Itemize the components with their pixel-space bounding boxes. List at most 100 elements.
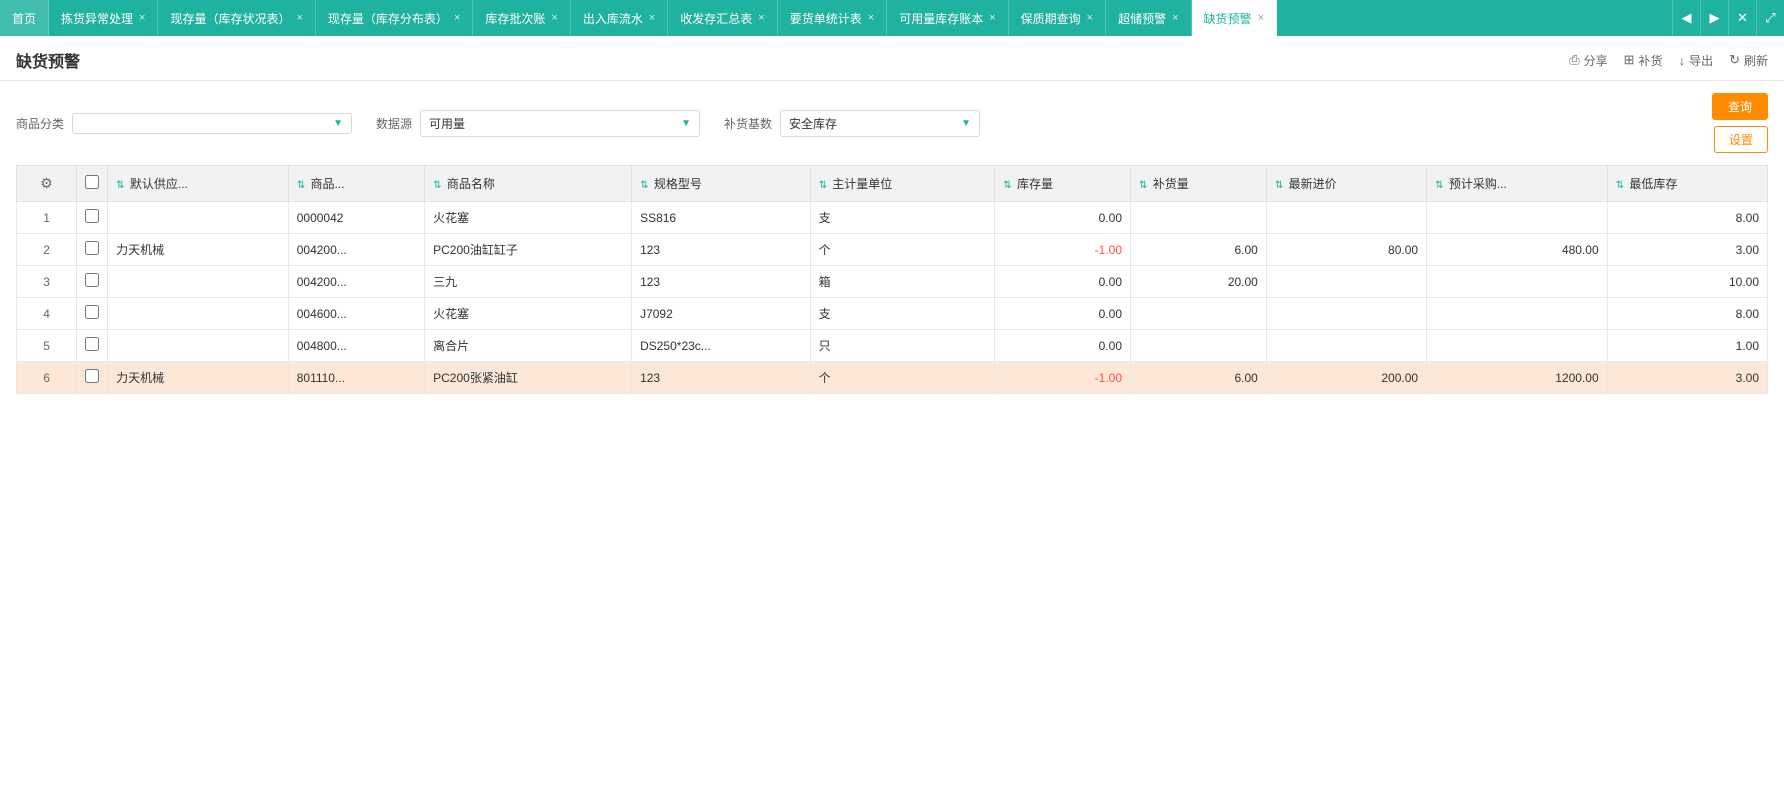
th-supplier[interactable]: ⇅ 默认供应... <box>108 166 289 202</box>
row-spec-4: J7092 <box>632 298 810 330</box>
tab-recv-send-summary[interactable]: 收发存汇总表 × <box>668 0 777 36</box>
restock-sort-icon: ⇅ <box>1139 180 1147 191</box>
th-latest-price[interactable]: ⇅ 最新进价 <box>1266 166 1426 202</box>
th-min-stock[interactable]: ⇅ 最低库存 <box>1607 166 1767 202</box>
row-est-purchase-1 <box>1427 202 1608 234</box>
datasource-select[interactable]: 可用量 ▼ <box>420 110 700 137</box>
th-settings[interactable]: ⚙ <box>17 166 77 202</box>
th-goods-code[interactable]: ⇅ 商品... <box>288 166 424 202</box>
table-container: ⚙ ⇅ 默认供应... ⇅ 商品... ⇅ 商品名称 <box>0 165 1784 394</box>
latest-price-sort-icon: ⇅ <box>1275 180 1283 191</box>
row-stock-1: 0.00 <box>995 202 1131 234</box>
th-restock[interactable]: ⇅ 补货量 <box>1131 166 1267 202</box>
row-unit-6: 个 <box>810 362 995 394</box>
table-row[interactable]: 6 力天机械 801110... PC200张紧油缸 123 个 -1.00 6… <box>17 362 1768 394</box>
row-stock-5: 0.00 <box>995 330 1131 362</box>
tab-close-all-btn[interactable]: ✕ <box>1728 0 1756 36</box>
settings-gear-icon: ⚙ <box>40 175 53 191</box>
tab-shelf-life[interactable]: 保质期查询 × <box>1009 0 1106 36</box>
row-goods-code-3: 004200... <box>288 266 424 298</box>
tab-pick-exception[interactable]: 拣货异常处理 × <box>49 0 158 36</box>
th-spec[interactable]: ⇅ 规格型号 <box>632 166 810 202</box>
row-est-purchase-2: 480.00 <box>1427 234 1608 266</box>
row-restock-1 <box>1131 202 1267 234</box>
close-tab-3[interactable]: × <box>454 12 460 24</box>
close-tab-2[interactable]: × <box>296 12 302 24</box>
tab-home[interactable]: 首页 <box>0 0 49 36</box>
restock-action[interactable]: ⊞ 补货 <box>1624 52 1663 69</box>
row-goods-code-1: 0000042 <box>288 202 424 234</box>
share-action[interactable]: ⎙ 分享 <box>1569 52 1607 69</box>
tab-fullscreen-btn[interactable]: ⤢ <box>1756 0 1784 36</box>
table-row[interactable]: 1 0000042 火花塞 SS816 支 0.00 8.00 <box>17 202 1768 234</box>
tab-available-ledger[interactable]: 可用量库存账本 × <box>887 0 1008 36</box>
row-supplier-1 <box>108 202 289 234</box>
row-stock-2: -1.00 <box>995 234 1131 266</box>
table-row[interactable]: 2 力天机械 004200... PC200油缸缸子 123 个 -1.00 6… <box>17 234 1768 266</box>
settings-button[interactable]: 设置 <box>1714 126 1768 153</box>
table-row[interactable]: 5 004800... 离合片 DS250*23c... 只 0.00 1.00 <box>17 330 1768 362</box>
refresh-action[interactable]: ↻ 刷新 <box>1729 52 1768 69</box>
row-checkbox-5[interactable] <box>77 330 108 362</box>
row-min-stock-4: 8.00 <box>1607 298 1767 330</box>
row-supplier-5 <box>108 330 289 362</box>
category-label: 商品分类 <box>16 115 64 132</box>
th-unit[interactable]: ⇅ 主计量单位 <box>810 166 995 202</box>
tab-stock-status[interactable]: 现存量（库存状况表） × <box>158 0 315 36</box>
restock-base-label: 补货基数 <box>724 115 772 132</box>
row-supplier-6: 力天机械 <box>108 362 289 394</box>
table-row[interactable]: 3 004200... 三九 123 箱 0.00 20.00 10.00 <box>17 266 1768 298</box>
row-spec-5: DS250*23c... <box>632 330 810 362</box>
close-tab-1[interactable]: × <box>139 12 145 24</box>
export-action[interactable]: ↓ 导出 <box>1679 52 1714 69</box>
row-restock-6: 6.00 <box>1131 362 1267 394</box>
close-tab-10[interactable]: × <box>1172 12 1178 24</box>
row-spec-3: 123 <box>632 266 810 298</box>
row-checkbox-3[interactable] <box>77 266 108 298</box>
tab-prev-btn[interactable]: ◀ <box>1672 0 1700 36</box>
row-num-2: 2 <box>17 234 77 266</box>
select-all-checkbox[interactable] <box>85 175 99 189</box>
tab-stock-dist[interactable]: 现存量（库存分布表） × <box>316 0 473 36</box>
close-tab-6[interactable]: × <box>758 12 764 24</box>
row-checkbox-2[interactable] <box>77 234 108 266</box>
th-goods-name[interactable]: ⇅ 商品名称 <box>425 166 632 202</box>
row-num-1: 1 <box>17 202 77 234</box>
row-latest-price-4 <box>1266 298 1426 330</box>
main-table: ⚙ ⇅ 默认供应... ⇅ 商品... ⇅ 商品名称 <box>16 165 1768 394</box>
tab-order-stats[interactable]: 要货单统计表 × <box>778 0 887 36</box>
tab-overstock[interactable]: 超储预警 × <box>1106 0 1191 36</box>
close-tab-9[interactable]: × <box>1087 12 1093 24</box>
query-button[interactable]: 查询 <box>1712 93 1768 120</box>
row-spec-1: SS816 <box>632 202 810 234</box>
tab-bar: 首页 拣货异常处理 × 现存量（库存状况表） × 现存量（库存分布表） × 库存… <box>0 0 1784 36</box>
row-checkbox-4[interactable] <box>77 298 108 330</box>
row-goods-name-3: 三九 <box>425 266 632 298</box>
row-goods-name-6: PC200张紧油缸 <box>425 362 632 394</box>
restock-base-select[interactable]: 安全库存 ▼ <box>780 110 980 137</box>
row-checkbox-6[interactable] <box>77 362 108 394</box>
header-actions: ⎙ 分享 ⊞ 补货 ↓ 导出 ↻ 刷新 <box>1569 52 1768 69</box>
goods-name-sort-icon: ⇅ <box>433 180 441 191</box>
th-stock[interactable]: ⇅ 库存量 <box>995 166 1131 202</box>
category-select[interactable]: ▼ <box>72 113 352 134</box>
row-restock-4 <box>1131 298 1267 330</box>
tab-next-btn[interactable]: ▶ <box>1700 0 1728 36</box>
tab-shortage[interactable]: 缺货预警 × <box>1192 0 1277 36</box>
tab-batch-account[interactable]: 库存批次账 × <box>473 0 570 36</box>
close-tab-7[interactable]: × <box>868 12 874 24</box>
row-min-stock-1: 8.00 <box>1607 202 1767 234</box>
close-tab-8[interactable]: × <box>989 12 995 24</box>
th-est-purchase[interactable]: ⇅ 预计采购... <box>1427 166 1608 202</box>
close-tab-5[interactable]: × <box>649 12 655 24</box>
row-min-stock-2: 3.00 <box>1607 234 1767 266</box>
close-tab-11[interactable]: × <box>1258 12 1264 24</box>
row-checkbox-1[interactable] <box>77 202 108 234</box>
row-stock-6: -1.00 <box>995 362 1131 394</box>
row-unit-5: 只 <box>810 330 995 362</box>
close-tab-4[interactable]: × <box>551 12 557 24</box>
table-row[interactable]: 4 004600... 火花塞 J7092 支 0.00 8.00 <box>17 298 1768 330</box>
tab-inout-flow[interactable]: 出入库流水 × <box>571 0 668 36</box>
th-checkbox[interactable] <box>77 166 108 202</box>
filter-restock-base-group: 补货基数 安全库存 ▼ <box>724 110 980 137</box>
